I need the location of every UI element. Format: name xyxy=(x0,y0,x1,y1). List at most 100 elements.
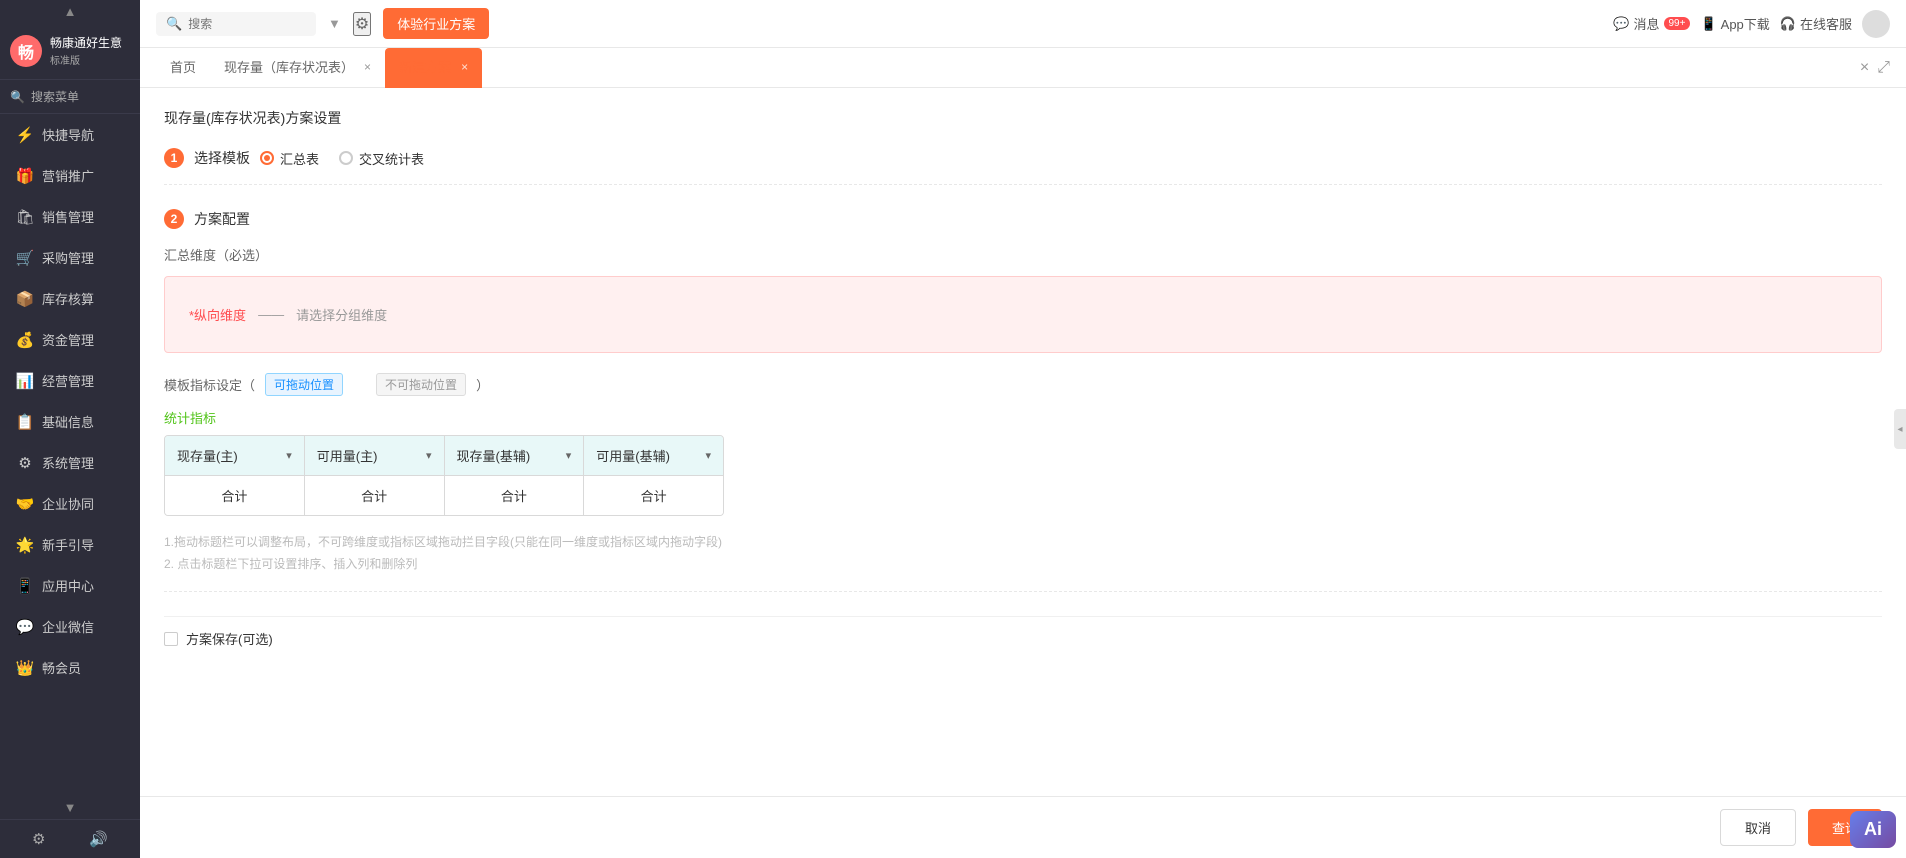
sidebar-item-system[interactable]: ⚙ 系统管理 xyxy=(0,442,140,483)
logo-icon: 畅 xyxy=(10,35,42,67)
footer-bar: 取消 查询 xyxy=(140,796,1906,858)
radio-cross-dot xyxy=(339,151,353,165)
finance-icon: 💰 xyxy=(16,331,34,349)
col-dropdown-3[interactable]: ▾ xyxy=(705,449,711,462)
sidebar-item-purchase[interactable]: 🛒 采购管理 xyxy=(0,237,140,278)
basics-icon: 📋 xyxy=(16,413,34,431)
tab-inventory-close[interactable]: × xyxy=(364,60,371,74)
sidebar-item-wechat[interactable]: 💬 企业微信 xyxy=(0,606,140,647)
tab-new-scheme-close[interactable]: × xyxy=(461,60,468,74)
col-header-2[interactable]: 现存量(基辅) ▾ xyxy=(445,436,585,475)
col-dropdown-1[interactable]: ▾ xyxy=(426,449,432,462)
draggable-tag: 可拖动位置 xyxy=(265,373,343,396)
radio-summary-label: 汇总表 xyxy=(280,149,319,168)
marketing-icon: 🎁 xyxy=(16,167,34,185)
right-edge-toggle[interactable]: ◂ xyxy=(1894,409,1906,449)
col-body-1: 合计 xyxy=(305,476,445,515)
col-header-1[interactable]: 可用量(主) ▾ xyxy=(305,436,445,475)
app-download-button[interactable]: 📱 App下载 xyxy=(1700,14,1769,33)
step1-badge: 1 xyxy=(164,148,184,168)
messages-label: 消息 xyxy=(1633,14,1659,33)
save-checkbox[interactable] xyxy=(164,632,178,646)
metrics-config-suffix: ） xyxy=(476,375,489,394)
sidebar-item-sales[interactable]: 🛍 销售管理 xyxy=(0,196,140,237)
col-header-0[interactable]: 现存量(主) ▾ xyxy=(165,436,305,475)
tab-inventory-status[interactable]: 现存量（库存状况表） × xyxy=(210,48,385,88)
gear-button[interactable]: ⚙ xyxy=(353,12,371,36)
sidebar-item-label: 应用中心 xyxy=(42,576,94,595)
topbar-search-box[interactable]: 🔍 xyxy=(156,12,316,36)
save-label: 方案保存(可选) xyxy=(186,629,273,648)
col-dropdown-0[interactable]: ▾ xyxy=(286,449,292,462)
close-window-button[interactable]: × xyxy=(1860,59,1869,77)
radio-summary[interactable]: 汇总表 xyxy=(260,149,319,168)
tab-new-scheme-label: 新建方案 xyxy=(399,57,451,76)
trial-button[interactable]: 体验行业方案 xyxy=(383,8,489,39)
radio-cross-label: 交叉统计表 xyxy=(359,149,424,168)
sidebar-item-label: 企业协同 xyxy=(42,494,94,513)
col-label-3: 可用量(基辅) xyxy=(596,446,670,465)
sidebar-item-label: 资金管理 xyxy=(42,330,94,349)
step2-divider xyxy=(164,591,1882,592)
dimension-area[interactable]: *纵向维度 —— 请选择分组维度 xyxy=(164,276,1882,353)
user-avatar[interactable] xyxy=(1862,10,1890,38)
sidebar-item-label: 营销推广 xyxy=(42,166,94,185)
tip1: 1.拖动标题栏可以调整布局，不可跨维度或指标区域拖动拦目字段(只能在同一维度或指… xyxy=(164,532,1882,554)
topbar: 🔍 ▼ ⚙ 体验行业方案 💬 消息 99+ 📱 App下载 🎧 在线客服 xyxy=(140,0,1906,48)
sidebar-item-basics[interactable]: 📋 基础信息 xyxy=(0,401,140,442)
tab-home[interactable]: 首页 xyxy=(156,48,210,88)
sidebar-item-app-center[interactable]: 📱 应用中心 xyxy=(0,565,140,606)
online-support-button[interactable]: 🎧 在线客服 xyxy=(1780,14,1852,33)
sidebar-item-marketing[interactable]: 🎁 营销推广 xyxy=(0,155,140,196)
col-header-3[interactable]: 可用量(基辅) ▾ xyxy=(584,436,723,475)
support-icon: 🎧 xyxy=(1780,16,1796,32)
tip2: 2. 点击标题栏下拉可设置排序、插入列和删除列 xyxy=(164,554,1882,576)
cancel-button[interactable]: 取消 xyxy=(1720,809,1796,846)
sidebar-search[interactable]: 🔍 搜索菜单 xyxy=(0,80,140,114)
settings-icon[interactable]: ⚙ xyxy=(32,830,45,848)
sidebar-logo: 畅 畅康通好生意 标准版 xyxy=(0,23,140,80)
sidebar-scroll-down[interactable]: ▼ xyxy=(0,796,140,819)
metrics-label-row: 模板指标设定（ 可拖动位置 不可拖动位置 ） xyxy=(164,373,1882,396)
sidebar-item-finance[interactable]: 💰 资金管理 xyxy=(0,319,140,360)
step1-title: 选择模板 xyxy=(194,148,250,168)
sidebar-item-label: 销售管理 xyxy=(42,207,94,226)
tag-separator xyxy=(353,375,366,394)
sidebar-scroll-up[interactable]: ▲ xyxy=(0,0,140,23)
radio-cross[interactable]: 交叉统计表 xyxy=(339,149,424,168)
tab-new-scheme[interactable]: 新建方案 × xyxy=(385,48,482,88)
summary-dim-label: 汇总维度（必选） xyxy=(164,245,1882,264)
sidebar-item-label: 基础信息 xyxy=(42,412,94,431)
expand-window-button[interactable]: ⤢ xyxy=(1877,59,1890,77)
sidebar-bottom: ⚙ 🔊 xyxy=(0,819,140,858)
app-badge: 标准版 xyxy=(50,52,122,67)
col-label-2: 现存量(基辅) xyxy=(457,446,531,465)
app-download-label: App下载 xyxy=(1721,14,1770,33)
page-title: 现存量(库存状况表)方案设置 xyxy=(164,108,1882,128)
sidebar-item-quick-nav[interactable]: ⚡ 快捷导航 xyxy=(0,114,140,155)
download-icon: 📱 xyxy=(1700,16,1716,32)
main-area: 🔍 ▼ ⚙ 体验行业方案 💬 消息 99+ 📱 App下载 🎧 在线客服 xyxy=(140,0,1906,858)
sidebar-item-inventory[interactable]: 📦 库存核算 xyxy=(0,278,140,319)
step2-section: 2 方案配置 汇总维度（必选） *纵向维度 —— 请选择分组维度 模板指标设定（… xyxy=(164,209,1882,592)
sidebar-item-member[interactable]: 👑 畅会员 xyxy=(0,647,140,688)
sidebar-item-operations[interactable]: 📊 经营管理 xyxy=(0,360,140,401)
wechat-icon: 💬 xyxy=(16,618,34,636)
ai-badge[interactable]: Ai xyxy=(1850,811,1896,848)
no-drag-tag: 不可拖动位置 xyxy=(376,373,466,396)
col-dropdown-2[interactable]: ▾ xyxy=(566,449,572,462)
messages-button[interactable]: 💬 消息 99+ xyxy=(1613,14,1690,33)
sidebar-item-label: 新手引导 xyxy=(42,535,94,554)
speaker-icon[interactable]: 🔊 xyxy=(89,830,108,848)
step2-title: 方案配置 xyxy=(194,209,250,229)
tabs-bar: 首页 现存量（库存状况表） × 新建方案 × × ⤢ xyxy=(140,48,1906,88)
message-icon: 💬 xyxy=(1613,16,1629,32)
sidebar: ▲ 畅 畅康通好生意 标准版 🔍 搜索菜单 ⚡ 快捷导航 🎁 营销推广 🛍 销售… xyxy=(0,0,140,858)
template-radio-group: 汇总表 交叉统计表 xyxy=(260,149,424,168)
support-label: 在线客服 xyxy=(1800,14,1852,33)
table-body-row: 合计 合计 合计 合计 xyxy=(165,475,723,515)
inventory-icon: 📦 xyxy=(16,290,34,308)
topbar-search-input[interactable] xyxy=(188,17,288,31)
sidebar-item-cooperation[interactable]: 🤝 企业协同 xyxy=(0,483,140,524)
sidebar-item-newbie[interactable]: 🌟 新手引导 xyxy=(0,524,140,565)
